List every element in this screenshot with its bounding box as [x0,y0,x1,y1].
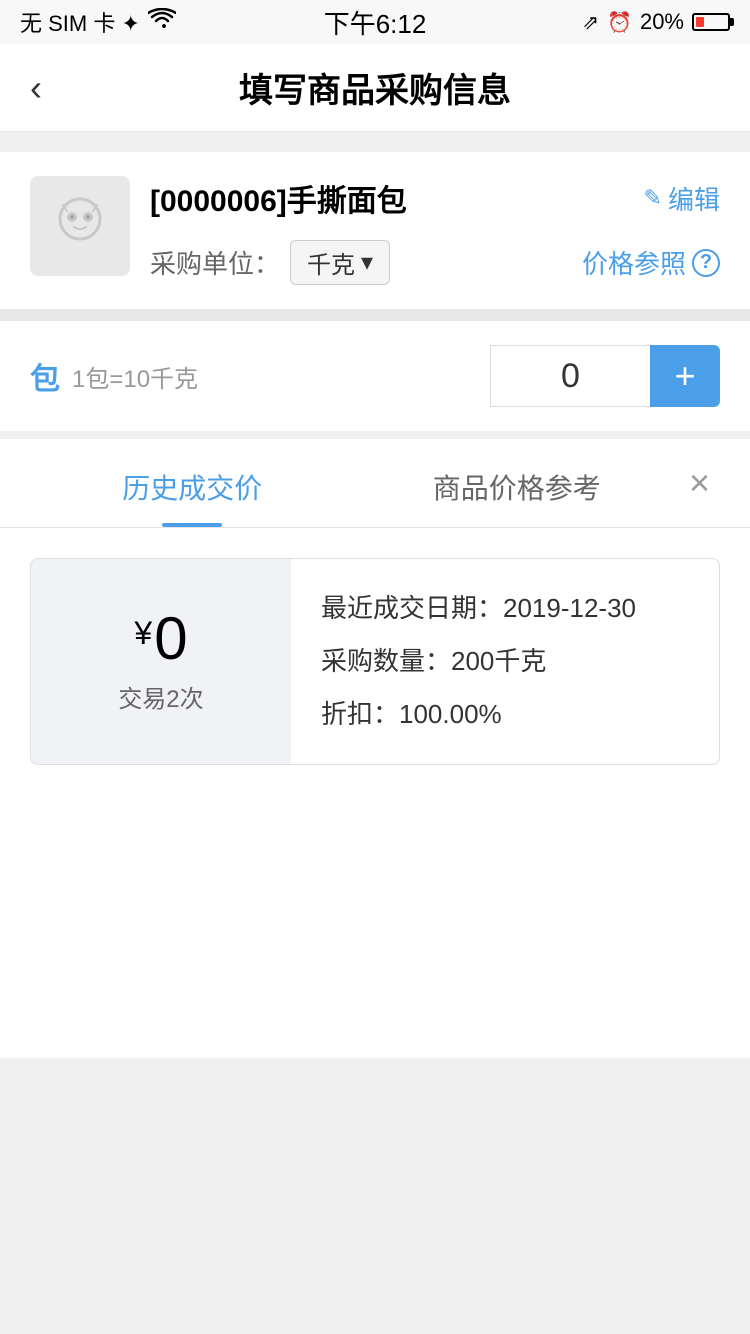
edit-button[interactable]: ✎ 编辑 [644,180,720,217]
status-right: ⇗ ⏰ 20% [582,9,730,35]
product-logo-icon [45,191,115,261]
unit-value: 千克 [307,245,355,280]
transaction-date-row: 最近成交日期：2019-12-30 [321,589,689,628]
transaction-qty-row: 采购数量：200千克 [321,642,689,681]
tabs-section: 历史成交价 商品价格参考 × ¥ 0 交易2次 最近成交日期：2019-12-3… [0,439,750,1058]
pack-info: 包 1包=10千克 [30,354,198,398]
tab-price-reference[interactable]: 商品价格参考 [354,439,678,527]
transaction-count: 交易2次 [118,679,203,714]
status-time: 下午6:12 [324,4,427,41]
product-thumbnail [30,176,130,276]
status-bar: 无 SIM 卡 ✦ 下午6:12 ⇗ ⏰ 20% [0,0,750,44]
transaction-qty-label: 采购数量： [321,646,451,676]
pack-desc: 1包=10千克 [72,359,198,394]
unit-label: 采购单位： 千克 ▾ [150,240,390,285]
price-ref-help-icon: ? [692,249,720,277]
price-reference-button[interactable]: 价格参照 ? [582,244,720,281]
transaction-discount-value: 100.00% [399,699,502,729]
alarm-icon: ⏰ [607,10,632,35]
price-currency-symbol: ¥ [134,617,152,649]
tab-history-price[interactable]: 历史成交价 [30,439,354,527]
header: ‹ 填写商品采购信息 [0,44,750,132]
product-name: [0000006]手撕面包 [150,176,407,220]
product-card: [0000006]手撕面包 ✎ 编辑 采购单位： 千克 ▾ 价格参照 ? [0,152,750,309]
price-value: 0 [154,609,187,669]
back-button[interactable]: ‹ [20,57,52,119]
transaction-discount-row: 折扣：100.00% [321,695,689,734]
location-icon: ⇗ [582,10,599,35]
quantity-input[interactable] [490,345,650,407]
pack-icon: 包 [30,354,60,398]
page-title: 填写商品采购信息 [239,63,511,112]
section-divider [0,309,750,321]
tab-close-button[interactable]: × [679,455,720,511]
quantity-row: 包 1包=10千克 + [0,321,750,431]
battery-icon [692,13,730,31]
battery-percent: 20% [640,9,684,35]
transaction-date-label: 最近成交日期： [321,593,503,623]
tabs-header: 历史成交价 商品价格参考 × [0,439,750,528]
unit-select[interactable]: 千克 ▾ [290,240,390,285]
transaction-date-value: 2019-12-30 [503,593,636,623]
transaction-details: 最近成交日期：2019-12-30 采购数量：200千克 折扣：100.00% [291,559,719,764]
status-left: 无 SIM 卡 ✦ [20,6,176,38]
price-ref-label: 价格参照 [582,244,686,281]
dropdown-icon: ▾ [361,248,373,277]
transaction-price: ¥ 0 [134,609,187,669]
product-info: [0000006]手撕面包 ✎ 编辑 采购单位： 千克 ▾ 价格参照 ? [150,176,720,285]
wifi-icon [148,8,176,36]
edit-label: 编辑 [668,180,720,217]
quantity-plus-button[interactable]: + [650,345,720,407]
tab-content-area: ¥ 0 交易2次 最近成交日期：2019-12-30 采购数量：200千克 折扣… [0,558,750,1058]
transaction-qty-value: 200千克 [451,646,546,676]
transaction-discount-label: 折扣： [321,699,399,729]
signal-text: 无 SIM 卡 ✦ [20,6,140,38]
edit-icon: ✎ [644,185,662,211]
transaction-summary: ¥ 0 交易2次 [31,559,291,764]
quantity-control: + [490,345,720,407]
transaction-card: ¥ 0 交易2次 最近成交日期：2019-12-30 采购数量：200千克 折扣… [30,558,720,765]
